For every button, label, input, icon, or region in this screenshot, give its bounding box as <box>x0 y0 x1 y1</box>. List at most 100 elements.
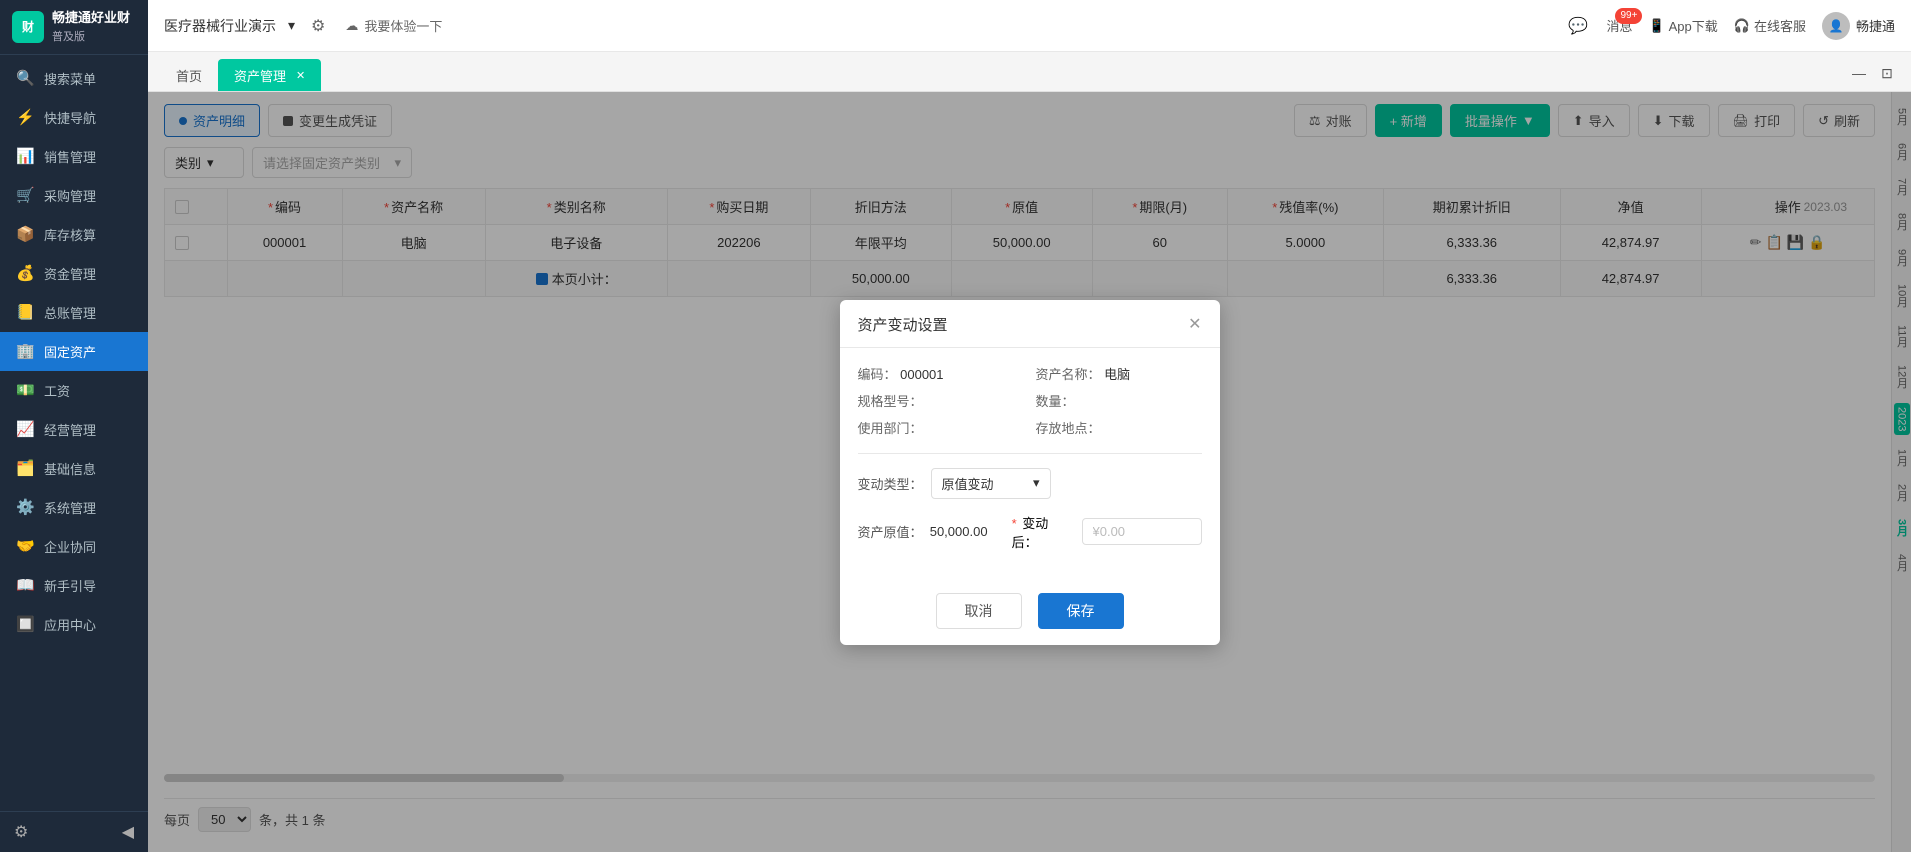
sidebar-item-salary[interactable]: 💵 工资 <box>0 371 148 410</box>
tab-home-label: 首页 <box>176 66 202 85</box>
sidebar-item-app[interactable]: 🔲 应用中心 <box>0 605 148 644</box>
sidebar-item-guide[interactable]: 📖 新手引导 <box>0 566 148 605</box>
tabbar: 首页 资产管理 ✕ — ⊡ <box>148 52 1911 92</box>
asset-original-field: 资产原值： 50,000.00 * 变动后： <box>858 513 1202 551</box>
modal-close-btn[interactable]: ✕ <box>1188 314 1201 334</box>
inventory-icon: 📦 <box>16 225 34 243</box>
user-menu[interactable]: 👤 畅捷通 <box>1822 12 1895 40</box>
modal-dept: 使用部门： <box>858 418 1024 437</box>
phone-icon: 📱 <box>1648 18 1664 34</box>
collapse-icon[interactable]: ◀ <box>122 822 134 842</box>
modal-divider <box>858 453 1202 454</box>
modal-body: 编码： 000001 资产名称： 电脑 规格型号： 数量： <box>840 348 1220 581</box>
change-type-select[interactable]: 原值变动 ▾ <box>931 468 1051 499</box>
modal-qty: 数量： <box>1036 391 1202 410</box>
sidebar-item-fixed[interactable]: 🏢 固定资产 <box>0 332 148 371</box>
asset-original-value: 50,000.00 <box>930 524 988 539</box>
change-type-field: 变动类型： 原值变动 ▾ <box>858 468 1202 499</box>
quicknav-icon: ⚡ <box>16 108 34 126</box>
after-change-required: * 变动后： <box>1012 513 1074 551</box>
user-avatar: 👤 <box>1822 12 1850 40</box>
sidebar-item-sales[interactable]: 📊 销售管理 <box>0 137 148 176</box>
sidebar-item-ledger[interactable]: 📒 总账管理 <box>0 293 148 332</box>
tab-maximize-btn[interactable]: ⊡ <box>1875 61 1899 85</box>
operation-icon: 📈 <box>16 420 34 438</box>
modal-location: 存放地点： <box>1036 418 1202 437</box>
dept-label: 使用部门： <box>858 421 923 436</box>
sidebar-footer: ⚙ ◀ <box>0 811 148 852</box>
salary-icon: 💵 <box>16 381 34 399</box>
finance-icon: 💰 <box>16 264 34 282</box>
tab-asset[interactable]: 资产管理 ✕ <box>218 59 321 91</box>
sidebar-item-inventory[interactable]: 📦 库存核算 <box>0 215 148 254</box>
sidebar-label-sales: 销售管理 <box>44 147 96 166</box>
topbar: 医疗器械行业演示 ▾ ⚙ ☁ 我要体验一下 💬 99+ 消息 📱 App下载 🎧… <box>148 0 1911 52</box>
sidebar-item-operation[interactable]: 📈 经营管理 <box>0 410 148 449</box>
sidebar-label-enterprise: 企业协同 <box>44 537 96 556</box>
asset-name-label: 资产名称： <box>1036 367 1101 382</box>
change-type-dropdown-icon: ▾ <box>1033 475 1040 491</box>
tab-close-icon[interactable]: ✕ <box>296 69 305 82</box>
code-label: 编码： <box>858 367 897 382</box>
sidebar-item-search[interactable]: 🔍 搜索菜单 <box>0 59 148 98</box>
sidebar-item-finance[interactable]: 💰 资金管理 <box>0 254 148 293</box>
cloud-icon: ☁ <box>345 18 358 34</box>
modal-title: 资产变动设置 <box>858 314 948 335</box>
sidebar-item-quicknav[interactable]: ⚡ 快捷导航 <box>0 98 148 137</box>
app-icon: 🔲 <box>16 615 34 633</box>
user-name: 畅捷通 <box>1856 16 1895 35</box>
company-dropdown[interactable]: ▾ <box>288 17 295 34</box>
cancel-button[interactable]: 取消 <box>936 593 1022 629</box>
sidebar-label-operation: 经营管理 <box>44 420 96 439</box>
message-badge: 99+ <box>1615 8 1642 24</box>
sidebar-label-guide: 新手引导 <box>44 576 96 595</box>
sidebar-item-enterprise[interactable]: 🤝 企业协同 <box>0 527 148 566</box>
settings-icon[interactable]: ⚙ <box>14 822 28 842</box>
after-change-label: 变动后： <box>1012 516 1049 550</box>
sidebar-item-system[interactable]: ⚙️ 系统管理 <box>0 488 148 527</box>
tab-minimize-btn[interactable]: — <box>1847 61 1871 85</box>
sidebar-label-quicknav: 快捷导航 <box>44 108 96 127</box>
sales-icon: 📊 <box>16 147 34 165</box>
sidebar-item-basic[interactable]: 🗂️ 基础信息 <box>0 449 148 488</box>
logo-text: 畅捷通好业财 <box>52 10 130 26</box>
app-download-label: App下载 <box>1669 16 1718 35</box>
message-btn[interactable]: 💬 99+ 消息 <box>1568 16 1632 36</box>
purchase-icon: 🛒 <box>16 186 34 204</box>
enterprise-icon: 🤝 <box>16 537 34 555</box>
sidebar-label-app: 应用中心 <box>44 615 96 634</box>
app-download-btn[interactable]: 📱 App下载 <box>1648 16 1717 35</box>
app-logo: 财 畅捷通好业财 普及版 <box>0 0 148 55</box>
sidebar-label-search: 搜索菜单 <box>44 69 96 88</box>
qty-label: 数量： <box>1036 394 1075 409</box>
tab-asset-label: 资产管理 <box>234 66 286 85</box>
modal-info-grid: 编码： 000001 资产名称： 电脑 规格型号： 数量： <box>858 364 1202 437</box>
logo-sub: 普及版 <box>52 28 130 44</box>
sidebar: 财 畅捷通好业财 普及版 🔍 搜索菜单 ⚡ 快捷导航 📊 销售管理 🛒 采购管理… <box>0 0 148 852</box>
sidebar-label-ledger: 总账管理 <box>44 303 96 322</box>
headset-icon: 🎧 <box>1734 18 1750 34</box>
change-type-value: 原值变动 <box>942 474 994 493</box>
service-btn[interactable]: 🎧 在线客服 <box>1734 16 1806 35</box>
save-button[interactable]: 保存 <box>1038 593 1124 629</box>
ledger-icon: 📒 <box>16 303 34 321</box>
sidebar-label-basic: 基础信息 <box>44 459 96 478</box>
experience-btn[interactable]: ☁ 我要体验一下 <box>345 16 442 35</box>
main-area: 医疗器械行业演示 ▾ ⚙ ☁ 我要体验一下 💬 99+ 消息 📱 App下载 🎧… <box>148 0 1911 852</box>
after-change-input[interactable] <box>1082 518 1202 545</box>
system-icon: ⚙️ <box>16 498 34 516</box>
code-value: 000001 <box>900 367 943 382</box>
asset-change-modal: 资产变动设置 ✕ 编码： 000001 资产名称： 电脑 <box>840 300 1220 645</box>
search-icon: 🔍 <box>16 69 34 87</box>
modal-code: 编码： 000001 <box>858 364 1024 383</box>
sidebar-label-finance: 资金管理 <box>44 264 96 283</box>
sidebar-item-purchase[interactable]: 🛒 采购管理 <box>0 176 148 215</box>
guide-icon: 📖 <box>16 576 34 594</box>
tab-home[interactable]: 首页 <box>160 59 218 91</box>
modal-overlay: 资产变动设置 ✕ 编码： 000001 资产名称： 电脑 <box>148 92 1911 852</box>
topbar-gear-icon[interactable]: ⚙ <box>311 16 325 36</box>
sidebar-label-salary: 工资 <box>44 381 70 400</box>
content-area: 资产明细 变更生成凭证 ⚖ 对账 + 新增 批量操作 ▼ <box>148 92 1911 852</box>
spec-label: 规格型号： <box>858 394 923 409</box>
modal-spec: 规格型号： <box>858 391 1024 410</box>
